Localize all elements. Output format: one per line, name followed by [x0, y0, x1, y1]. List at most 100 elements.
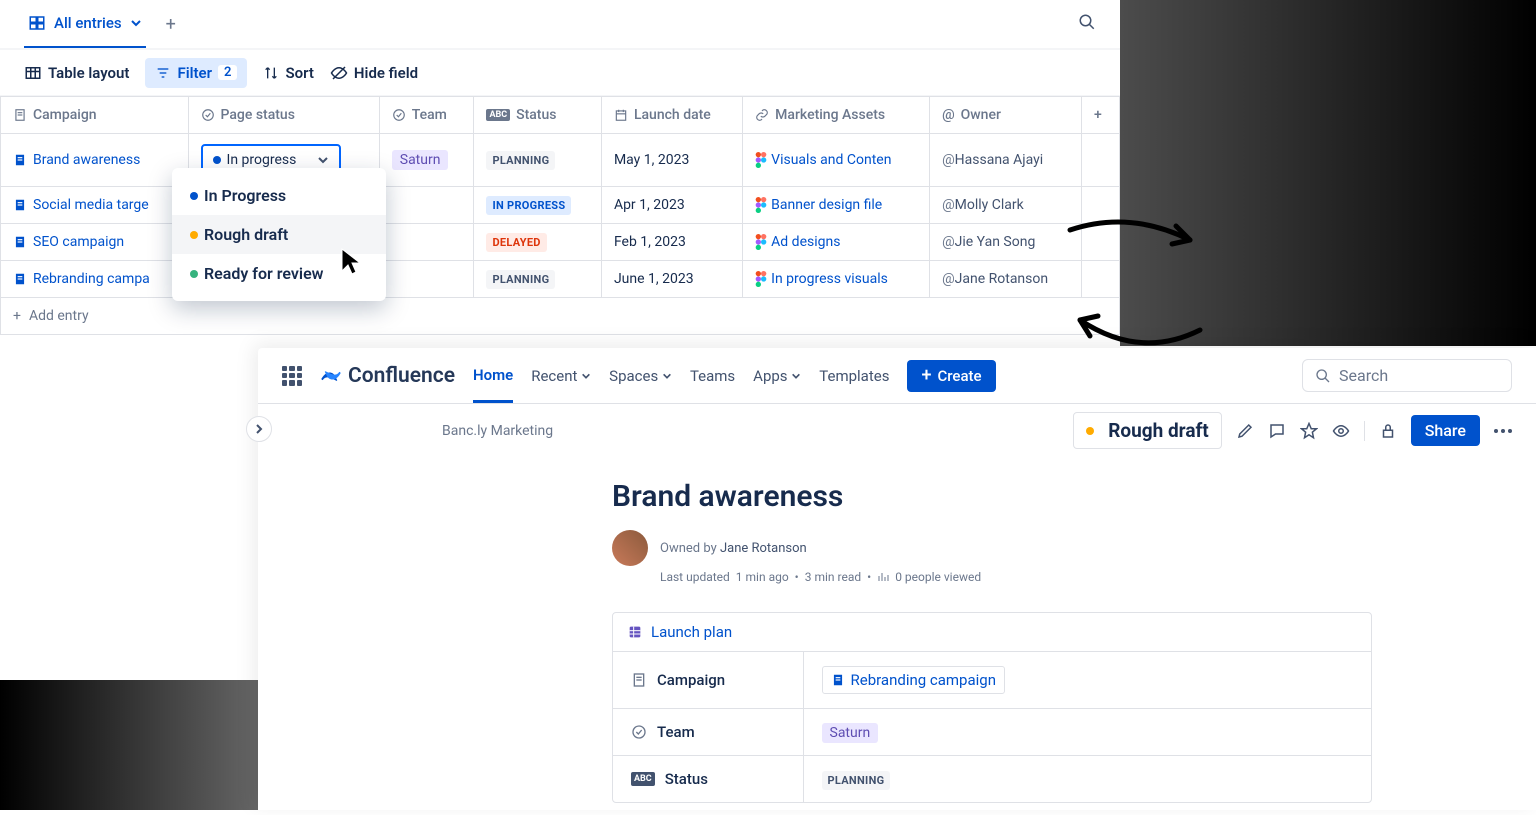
eye-off-icon — [330, 64, 348, 82]
sort-button[interactable]: Sort — [263, 64, 313, 82]
cell-status[interactable]: DELAYED — [474, 224, 602, 261]
confluence-icon — [320, 365, 342, 387]
page-actions: Share — [1236, 415, 1512, 446]
col-assets[interactable]: Marketing Assets — [743, 97, 930, 134]
page-icon — [13, 198, 27, 212]
col-launch[interactable]: Launch date — [601, 97, 742, 134]
edit-icon[interactable] — [1236, 422, 1254, 440]
database-table: Campaign Page status Team ABCStatus Laun… — [0, 96, 1120, 335]
table-header-row: Campaign Page status Team ABCStatus Laun… — [1, 97, 1120, 134]
table-row: Social media targe IN PROGRESSApr 1, 2023… — [1, 187, 1120, 224]
cell-owner[interactable]: Hassana Ajayi — [930, 134, 1082, 187]
cell-launch[interactable]: Feb 1, 2023 — [601, 224, 742, 261]
nav-home[interactable]: Home — [473, 366, 513, 403]
search-button[interactable] — [1078, 13, 1096, 35]
search-icon — [1315, 368, 1331, 384]
search-input[interactable]: Search — [1302, 359, 1512, 392]
more-icon[interactable] — [1494, 429, 1512, 433]
share-button[interactable]: Share — [1411, 415, 1480, 446]
nav-recent[interactable]: Recent — [531, 367, 591, 385]
comment-icon[interactable] — [1268, 422, 1286, 440]
app-switcher-button[interactable] — [282, 366, 302, 386]
cell-launch[interactable]: May 1, 2023 — [601, 134, 742, 187]
dot-icon — [1086, 427, 1094, 435]
avatar[interactable] — [612, 530, 648, 566]
page-status-lozenge[interactable]: Rough draft — [1073, 412, 1222, 449]
dot-icon — [190, 192, 198, 200]
col-page-status[interactable]: Page status — [188, 97, 379, 134]
link-icon — [755, 108, 769, 122]
cell-launch[interactable]: June 1, 2023 — [601, 261, 742, 298]
col-team[interactable]: Team — [379, 97, 474, 134]
cell-launch[interactable]: Apr 1, 2023 — [601, 187, 742, 224]
confluence-logo[interactable]: Confluence — [320, 364, 455, 388]
sidebar-collapse-button[interactable] — [246, 416, 272, 442]
prop-value-status[interactable]: PLANNING — [803, 756, 1371, 803]
col-owner[interactable]: @Owner — [930, 97, 1082, 134]
text-icon: ABC — [486, 109, 510, 121]
database-tabs: All entries + — [0, 0, 1120, 50]
watch-icon[interactable] — [1332, 422, 1350, 440]
database-view: All entries + Table layout Filter 2 Sort… — [0, 0, 1120, 335]
team-badge: Saturn — [392, 150, 449, 170]
create-button[interactable]: +Create — [907, 360, 995, 392]
add-column-button[interactable]: + — [1081, 97, 1119, 134]
cell-campaign[interactable]: SEO campaign — [1, 224, 189, 261]
filter-button[interactable]: Filter 2 — [145, 58, 247, 88]
nav-spaces[interactable]: Spaces — [609, 367, 672, 385]
cell-asset[interactable]: Ad designs — [743, 224, 930, 261]
embed-title[interactable]: Launch plan — [613, 613, 1371, 651]
divider — [1364, 421, 1365, 441]
hide-label: Hide field — [354, 64, 418, 82]
filter-label: Filter — [177, 64, 212, 82]
page-title: Brand awareness — [612, 479, 1372, 514]
page-icon — [631, 672, 647, 688]
nav-teams[interactable]: Teams — [690, 367, 735, 385]
chevron-down-icon — [130, 17, 142, 29]
cursor-icon — [340, 247, 364, 277]
cell-campaign[interactable]: Rebranding campa — [1, 261, 189, 298]
lock-icon[interactable] — [1379, 422, 1397, 440]
nav-apps[interactable]: Apps — [753, 367, 801, 385]
cell-asset[interactable]: In progress visuals — [743, 261, 930, 298]
database-icon — [28, 14, 46, 32]
page-icon — [831, 673, 845, 687]
database-icon — [627, 624, 643, 640]
status-icon — [631, 724, 647, 740]
cell-campaign[interactable]: Social media targe — [1, 187, 189, 224]
filter-count: 2 — [218, 65, 237, 80]
col-campaign[interactable]: Campaign — [1, 97, 189, 134]
status-icon — [392, 108, 406, 122]
cell-asset[interactable]: Visuals and Conten — [743, 134, 930, 187]
col-status[interactable]: ABCStatus — [474, 97, 602, 134]
cell-team[interactable] — [379, 224, 474, 261]
chevron-down-icon — [662, 371, 672, 381]
page-meta: Last updated 1 min ago • 3 min read • 0 … — [660, 570, 1372, 584]
cell-status[interactable]: IN PROGRESS — [474, 187, 602, 224]
cell-asset[interactable]: Banner design file — [743, 187, 930, 224]
tab-all-entries[interactable]: All entries — [24, 0, 146, 48]
dropdown-option-in-progress[interactable]: In Progress — [172, 176, 386, 215]
cell-status[interactable]: PLANNING — [474, 134, 602, 187]
cell-team[interactable]: Saturn — [379, 134, 474, 187]
nav-templates[interactable]: Templates — [819, 367, 889, 385]
add-tab-button[interactable]: + — [166, 14, 176, 35]
embedded-database: Launch plan Campaign Rebranding campaign… — [612, 612, 1372, 803]
cell-campaign[interactable]: Brand awareness — [1, 134, 189, 187]
figma-icon — [755, 271, 767, 287]
prop-value-campaign[interactable]: Rebranding campaign — [803, 652, 1371, 709]
table-layout-button[interactable]: Table layout — [24, 64, 129, 82]
prop-value-team[interactable]: Saturn — [803, 709, 1371, 756]
cell-status[interactable]: PLANNING — [474, 261, 602, 298]
breadcrumb[interactable]: Banc.ly Marketing — [442, 423, 553, 439]
add-entry-button[interactable]: +Add entry — [1, 298, 1120, 335]
decorative-dark-bottom — [0, 680, 258, 810]
calendar-icon — [614, 108, 628, 122]
prop-row-status: ABCStatus PLANNING — [613, 756, 1371, 803]
star-icon[interactable] — [1300, 422, 1318, 440]
cell-team[interactable] — [379, 261, 474, 298]
table-row: SEO campaign DELAYEDFeb 1, 2023 Ad design… — [1, 224, 1120, 261]
cell-team[interactable] — [379, 187, 474, 224]
hide-field-button[interactable]: Hide field — [330, 64, 418, 82]
table-row: Brand awarenessIn progressSaturnPLANNING… — [1, 134, 1120, 187]
